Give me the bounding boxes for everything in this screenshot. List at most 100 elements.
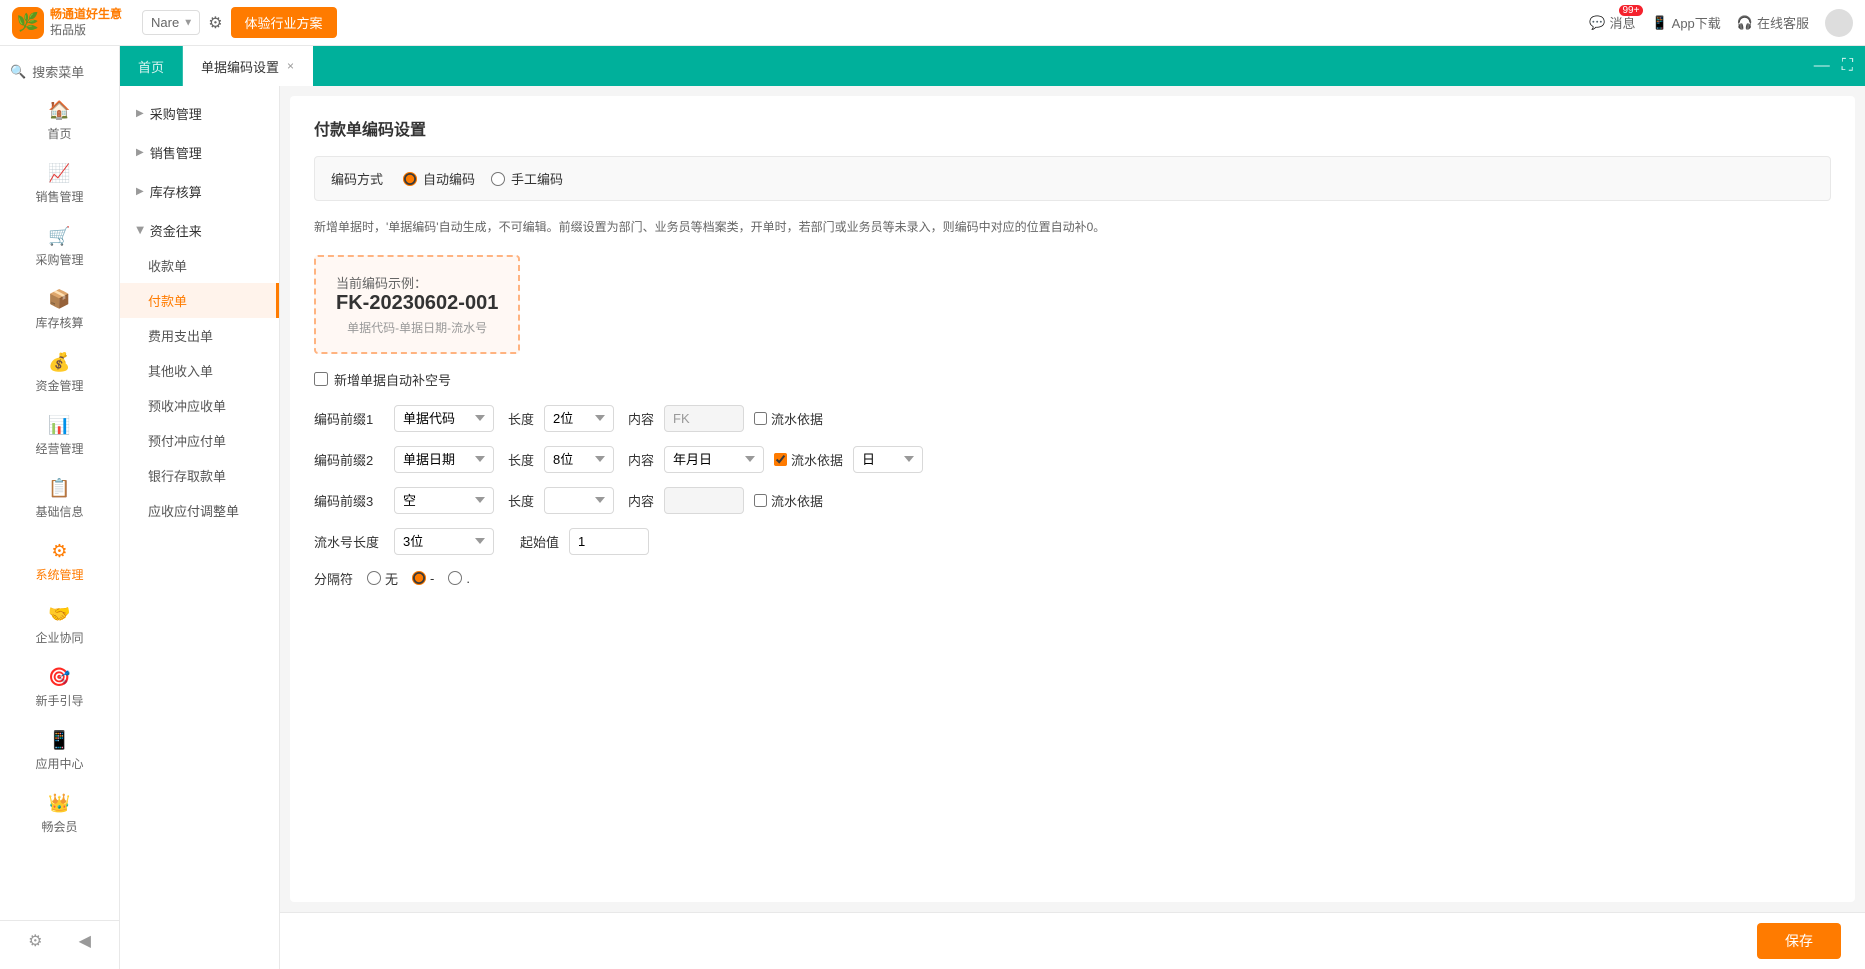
preview-code: FK-20230602-001 <box>336 292 498 315</box>
tab-home[interactable]: 首页 <box>120 46 183 86</box>
sep-none[interactable]: 无 <box>367 569 398 588</box>
separator-label: 分隔符 <box>314 569 353 588</box>
sep-dot[interactable]: . <box>448 571 470 586</box>
app-download-btn[interactable]: 📱 App下载 <box>1651 13 1720 32</box>
topbar: 🌿 畅通道好生意 拓品版 Nare ▼ ⚙ 体验行业方案 💬 消息 99+ 📱 … <box>0 0 1865 46</box>
message-btn[interactable]: 💬 消息 99+ <box>1589 13 1635 32</box>
minimize-icon[interactable]: — <box>1810 53 1834 79</box>
prefix3-serial-check[interactable]: 流水依据 <box>754 491 823 510</box>
content: ▶ 采购管理 ▶ 销售管理 ▶ 库存核算 <box>120 86 1865 969</box>
sidebar-item-inventory[interactable]: 📦 库存核算 <box>0 278 119 341</box>
sidebar-item-system[interactable]: ⚙ 系统管理 <box>0 530 119 593</box>
member-icon: 👑 <box>49 792 71 814</box>
settings-icon[interactable]: ⚙ <box>208 13 222 33</box>
base-icon: 📋 <box>49 477 71 499</box>
sub-menu-funds-header[interactable]: ▶ 资金往来 <box>120 213 279 248</box>
company-dropdown[interactable]: Nare ▼ <box>142 10 200 35</box>
sep-none-radio[interactable] <box>367 571 381 585</box>
preview-card: 当前编码示例： FK-20230602-001 单据代码-单据日期-流水号 <box>314 255 520 354</box>
sidebar-item-enterprise[interactable]: 🤝 企业协同 <box>0 593 119 656</box>
sub-menu-sales: ▶ 销售管理 <box>120 135 279 170</box>
prefix3-length-select[interactable] <box>544 487 614 514</box>
arrow-down-icon: ▶ <box>134 227 145 235</box>
tabbar-actions: — ⛶ <box>1810 53 1865 79</box>
collapse-icon[interactable]: ◀ <box>79 931 91 951</box>
prefix2-serial-unit-select[interactable]: 日 月 年 <box>853 446 923 473</box>
arrow-icon: ▶ <box>136 186 144 197</box>
settings-bottom-icon[interactable]: ⚙ <box>28 931 42 951</box>
bottom-bar: 保存 <box>280 912 1865 969</box>
prefix2-serial-checkbox[interactable] <box>774 453 787 466</box>
sep-dash-radio[interactable] <box>412 571 426 585</box>
encoding-method-label: 编码方式 <box>331 169 383 188</box>
prefix2-length-select[interactable]: 8位 6位 4位 <box>544 446 614 473</box>
trial-btn[interactable]: 体验行业方案 <box>231 7 337 38</box>
sub-menu-funds: ▶ 资金往来 收款单 付款单 费用支出单 其他收入单 预收冲应收单 预付冲应付单… <box>120 213 279 528</box>
sidebar-item-appcenter[interactable]: 📱 应用中心 <box>0 719 119 782</box>
sub-menu-receipt[interactable]: 收款单 <box>120 248 279 283</box>
prefix1-select[interactable]: 单据代码 部门 业务员 空 <box>394 405 494 432</box>
tab-close-icon[interactable]: × <box>287 59 294 73</box>
sub-menu-ar-ap-adjust[interactable]: 应收应付调整单 <box>120 493 279 528</box>
sidebar-item-purchase[interactable]: 🛒 采购管理 <box>0 215 119 278</box>
serial-length-select[interactable]: 3位 4位 5位 <box>394 528 494 555</box>
sidebar-item-base[interactable]: 📋 基础信息 <box>0 467 119 530</box>
prefix2-length-label: 长度 <box>508 450 534 469</box>
sub-menu-payment[interactable]: 付款单 <box>120 283 279 318</box>
sub-menu-inventory-header[interactable]: ▶ 库存核算 <box>120 174 279 209</box>
sidebar-item-operations[interactable]: 📊 经营管理 <box>0 404 119 467</box>
prefix2-content-select[interactable]: 年月日 年月 年 <box>664 446 764 473</box>
auto-encode-input[interactable] <box>403 172 417 186</box>
online-support-btn[interactable]: 🎧 在线客服 <box>1737 13 1809 32</box>
sidebar-search[interactable]: 🔍 搜索菜单 <box>0 54 119 89</box>
content-wrapper: 付款单编码设置 编码方式 自动编码 手工编码 <box>280 86 1865 969</box>
prefix1-length-select[interactable]: 2位 3位 4位 <box>544 405 614 432</box>
sidebar-item-sales[interactable]: 📈 销售管理 <box>0 152 119 215</box>
prefix3-select[interactable]: 空 单据代码 部门 业务员 <box>394 487 494 514</box>
auto-fill-checkbox[interactable] <box>314 372 328 386</box>
encoding-method-section: 编码方式 自动编码 手工编码 <box>314 156 1831 201</box>
auto-fill-label: 新增单据自动补空号 <box>334 370 451 389</box>
sidebar-item-member[interactable]: 👑 畅会员 <box>0 782 119 845</box>
tab-encoding[interactable]: 单据编码设置 × <box>183 46 313 86</box>
operations-icon: 📊 <box>49 414 71 436</box>
system-icon: ⚙ <box>49 540 71 562</box>
prefix2-select[interactable]: 单据日期 单据代码 部门 空 <box>394 446 494 473</box>
preview-desc: 单据代码-单据日期-流水号 <box>336 319 498 336</box>
headset-icon: 🎧 <box>1737 15 1753 31</box>
sidebar: 🔍 搜索菜单 🏠 首页 📈 销售管理 🛒 采购管理 📦 库存核算 💰 资金管理 … <box>0 46 120 969</box>
sub-menu-prepay-payable[interactable]: 预付冲应付单 <box>120 423 279 458</box>
save-button[interactable]: 保存 <box>1757 923 1841 959</box>
serial-start-input[interactable] <box>569 528 649 555</box>
logo-text: 畅通道好生意 拓品版 <box>50 7 122 38</box>
sidebar-item-home[interactable]: 🏠 首页 <box>0 89 119 152</box>
user-avatar[interactable] <box>1825 9 1853 37</box>
enterprise-icon: 🤝 <box>49 603 71 625</box>
sub-menu-purchase-header[interactable]: ▶ 采购管理 <box>120 96 279 131</box>
main-area: 首页 单据编码设置 × — ⛶ ▶ 采购管理 <box>120 46 1865 969</box>
finance-icon: 💰 <box>49 351 71 373</box>
sep-dot-radio[interactable] <box>448 571 462 585</box>
topbar-middle: Nare ▼ ⚙ 体验行业方案 <box>142 7 1579 38</box>
manual-encode-radio[interactable]: 手工编码 <box>491 169 563 188</box>
prefix1-serial-check[interactable]: 流水依据 <box>754 409 823 428</box>
auto-encode-radio[interactable]: 自动编码 <box>403 169 475 188</box>
sub-menu-bank-deposit[interactable]: 银行存取款单 <box>120 458 279 493</box>
sub-menu-prepay-receivable[interactable]: 预收冲应收单 <box>120 388 279 423</box>
sep-dash[interactable]: - <box>412 571 434 586</box>
arrow-icon: ▶ <box>136 108 144 119</box>
prefix1-serial-checkbox[interactable] <box>754 412 767 425</box>
search-icon: 🔍 <box>10 64 26 80</box>
sidebar-item-finance[interactable]: 💰 资金管理 <box>0 341 119 404</box>
sidebar-item-newguide[interactable]: 🎯 新手引导 <box>0 656 119 719</box>
sub-menu-expense[interactable]: 费用支出单 <box>120 318 279 353</box>
maximize-icon[interactable]: ⛶ <box>1838 53 1857 79</box>
prefix3-row: 编码前缀3 空 单据代码 部门 业务员 长度 内容 <box>314 487 1831 514</box>
sub-menu-other-income[interactable]: 其他收入单 <box>120 353 279 388</box>
sub-menu-sales-header[interactable]: ▶ 销售管理 <box>120 135 279 170</box>
prefix1-content-input[interactable] <box>664 405 744 432</box>
manual-encode-input[interactable] <box>491 172 505 186</box>
prefix2-serial-check[interactable]: 流水依据 <box>774 450 843 469</box>
prefix3-content-input[interactable] <box>664 487 744 514</box>
prefix3-serial-checkbox[interactable] <box>754 494 767 507</box>
